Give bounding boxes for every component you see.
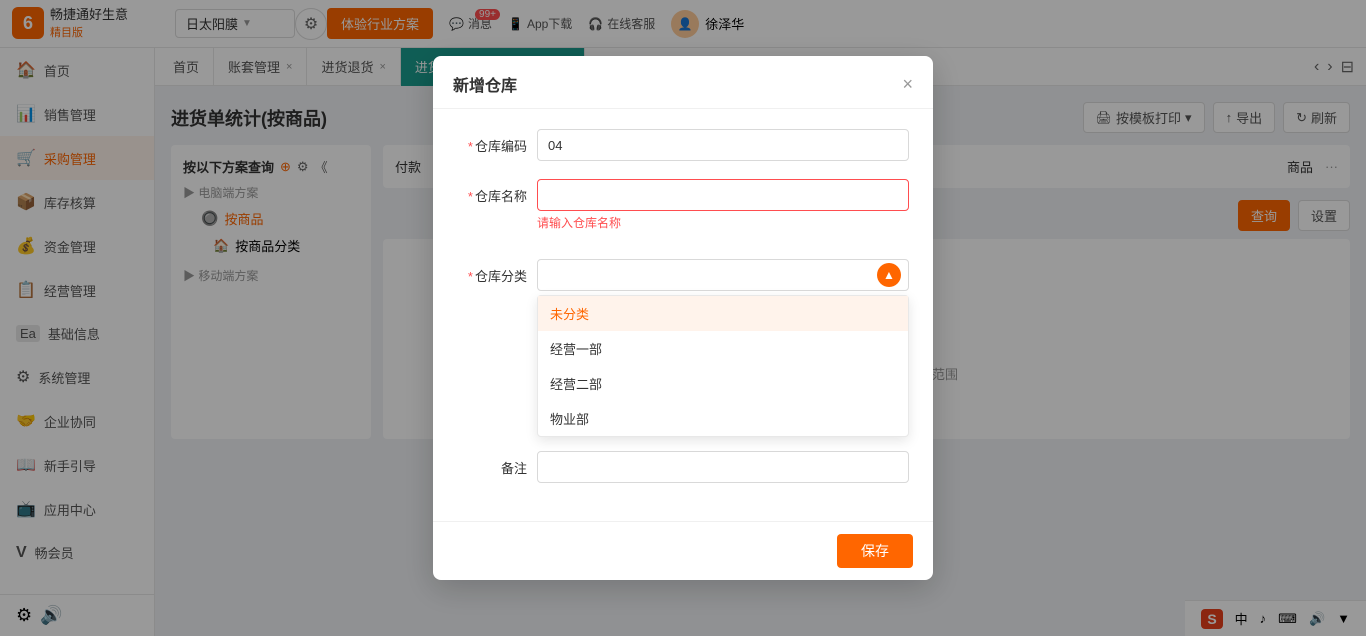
new-warehouse-modal: 新增仓库 × 仓库编码 仓库名称 请输入仓库名称 仓库分类	[433, 56, 933, 580]
notes-label: 备注	[457, 451, 537, 477]
notes-input[interactable]	[537, 451, 909, 483]
name-label: 仓库名称	[457, 179, 537, 205]
category-field-row: 仓库分类 ▲ 未分类 经营一部 经营二部 物业部	[457, 259, 909, 291]
save-button[interactable]: 保存	[837, 534, 913, 568]
category-label: 仓库分类	[457, 259, 537, 285]
name-input[interactable]	[537, 179, 909, 211]
code-input[interactable]	[537, 129, 909, 161]
modal-header: 新增仓库 ×	[433, 56, 933, 109]
code-field-row: 仓库编码	[457, 129, 909, 161]
notes-field-row: 备注	[457, 451, 909, 483]
dropdown-item-dept2[interactable]: 经营二部	[538, 366, 908, 401]
modal-footer: 保存	[433, 521, 933, 580]
dropdown-item-dept3[interactable]: 物业部	[538, 401, 908, 436]
modal-body: 仓库编码 仓库名称 请输入仓库名称 仓库分类 ▲ 未分类	[433, 109, 933, 521]
name-field-row: 仓库名称 请输入仓库名称	[457, 179, 909, 231]
name-error-message: 请输入仓库名称	[537, 214, 909, 231]
category-dropdown-list: 未分类 经营一部 经营二部 物业部	[537, 295, 909, 437]
code-label: 仓库编码	[457, 129, 537, 155]
dropdown-toggle-button[interactable]: ▲	[877, 263, 901, 287]
category-input[interactable]	[537, 259, 909, 291]
dropdown-item-dept1[interactable]: 经营一部	[538, 331, 908, 366]
dropdown-item-uncategorized[interactable]: 未分类	[538, 296, 908, 331]
category-dropdown-wrapper: ▲ 未分类 经营一部 经营二部 物业部	[537, 259, 909, 291]
modal-close-button[interactable]: ×	[902, 74, 913, 95]
modal-title: 新增仓库	[453, 72, 517, 96]
modal-overlay: 新增仓库 × 仓库编码 仓库名称 请输入仓库名称 仓库分类	[0, 0, 1366, 636]
